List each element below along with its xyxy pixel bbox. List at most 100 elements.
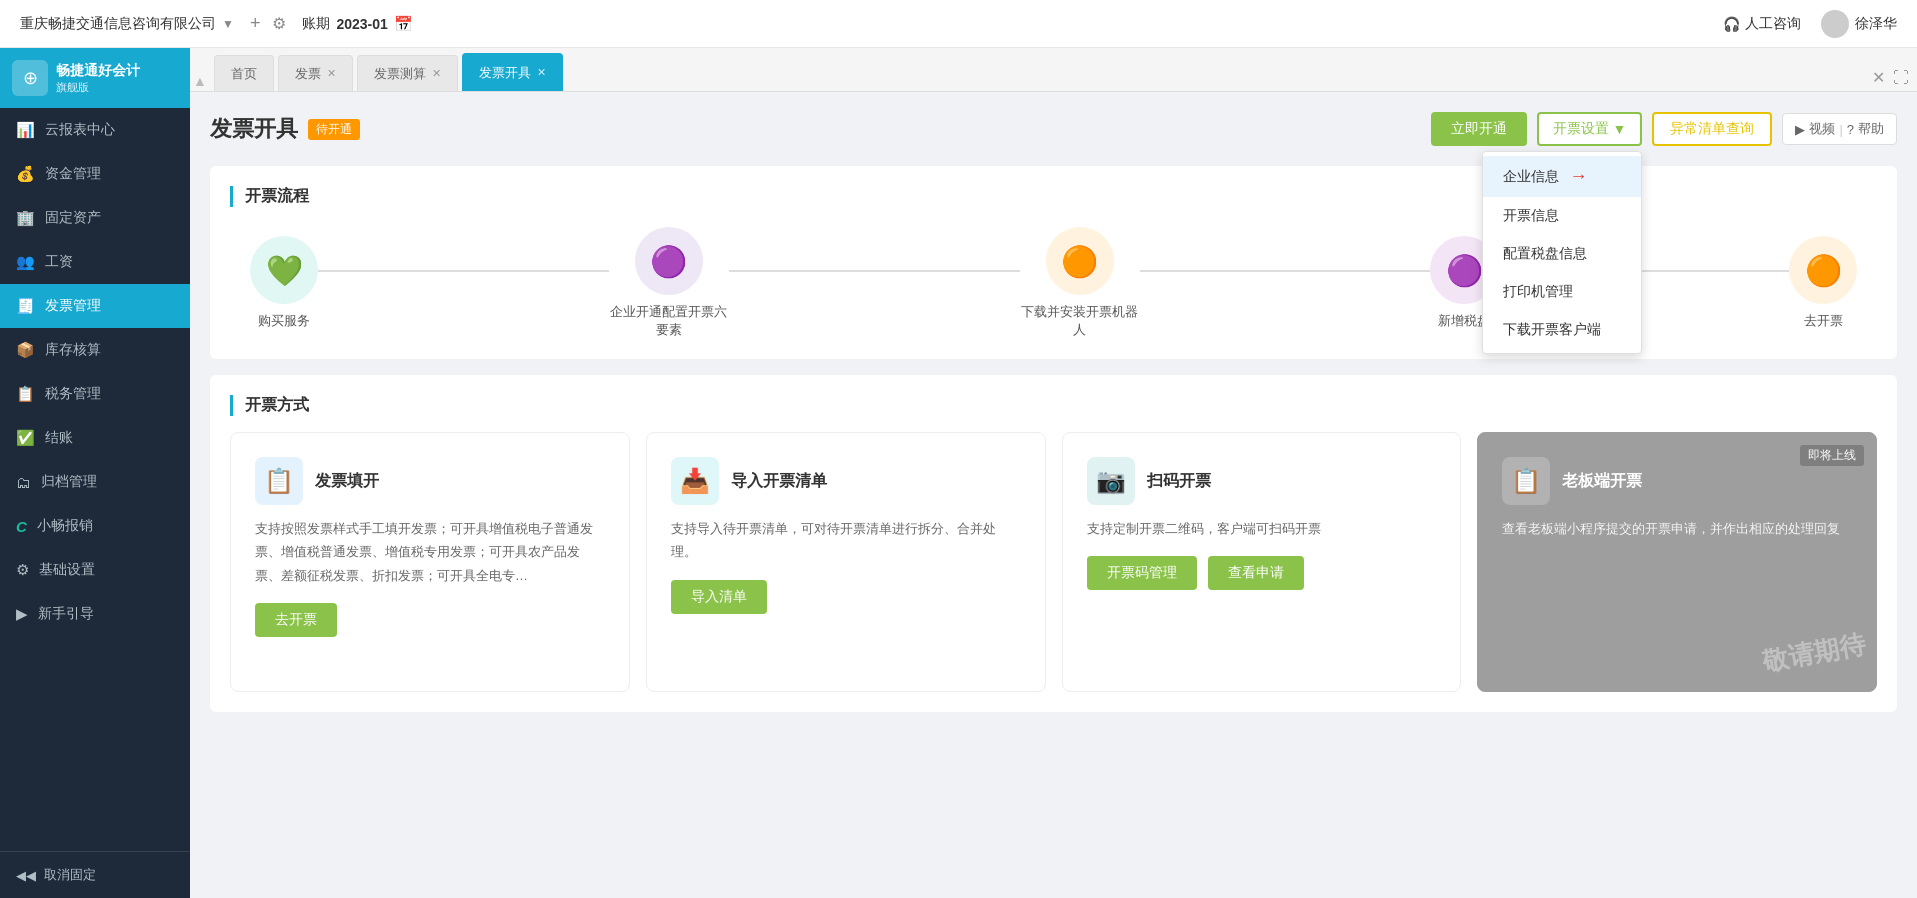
tab-window-expand[interactable]: ⛶ [1893,69,1909,87]
flow-step-download: 🟠 下载并安装开票机器人 [1020,227,1140,339]
headset-icon: 🎧 [1723,16,1740,32]
sidebar-item-gudingzichan[interactable]: 🏢 固定资产 [0,196,190,240]
page-title: 发票开具 [210,114,298,144]
settings-dropdown-menu: 企业信息 → 开票信息 配置税盘信息 打印机管理 [1482,151,1642,354]
jichushezhi-icon: ⚙ [16,561,29,579]
import-method-icon: 📥 [671,457,719,505]
fill-method-title: 发票填开 [315,471,379,492]
shuiwu-icon: 📋 [16,385,35,403]
connector-1 [318,270,609,272]
configure-step-icon: 🟣 [635,227,703,295]
method-card-fill: 📋 发票填开 支持按照发票样式手工填开发票；可开具增值税电子普通发票、增值税普通… [230,432,630,692]
sidebar-item-xiaochangbaoxiao[interactable]: C 小畅报销 [0,504,190,548]
buyservice-label: 购买服务 [258,312,310,330]
sidebar-item-gongzi[interactable]: 👥 工资 [0,240,190,284]
dropdown-item-qiyeinfo[interactable]: 企业信息 → [1483,156,1641,197]
tab-home[interactable]: 首页 [214,55,274,91]
settings-icon[interactable]: ⚙ [272,14,286,33]
exception-button[interactable]: 异常清单查询 [1652,112,1772,146]
pin-icon: ◀◀ [16,868,36,883]
gudingzichan-icon: 🏢 [16,209,35,227]
import-method-desc: 支持导入待开票清单，可对待开票清单进行拆分、合并处理。 [671,517,1021,564]
tab-bar: ▲ 首页 发票 ✕ 发票测算 ✕ 发票开具 ✕ ✕ ⛶ [190,48,1917,92]
dropdown-item-taxdisk[interactable]: 配置税盘信息 [1483,235,1641,273]
method-card-scan: 📷 扫码开票 支持定制开票二维码，客户端可扫码开票 开票码管理 查看申请 [1062,432,1462,692]
tab-fapiaocesuan-close[interactable]: ✕ [432,67,441,80]
company-selector[interactable]: 重庆畅捷交通信息咨询有限公司 ▼ [20,15,234,33]
activate-button[interactable]: 立即开通 [1431,112,1527,146]
app-subtitle: 旗舰版 [56,80,140,95]
zijin-icon: 💰 [16,165,35,183]
calendar-icon[interactable]: 📅 [394,15,413,33]
gongzi-icon: 👥 [16,253,35,271]
xinshouyindao-icon: ▶ [16,605,28,623]
scan-method-title: 扫码开票 [1147,471,1211,492]
video-button[interactable]: ▶ 视频 | ? 帮助 [1782,113,1897,145]
logo-area: ⊕ 畅捷通好会计 旗舰版 [0,48,190,108]
tab-fapiaocesuan[interactable]: 发票测算 ✕ [357,55,458,91]
tab-fapiaokaiju-close[interactable]: ✕ [537,66,546,79]
tab-fapiao[interactable]: 发票 ✕ [278,55,353,91]
settings-button[interactable]: 开票设置 ▼ [1537,112,1643,146]
laoban-overlay-text: 敬请期待 [1760,627,1868,680]
sidebar-item-guidang[interactable]: 🗂 归档管理 [0,460,190,504]
cancel-pin-button[interactable]: ◀◀ 取消固定 [0,856,190,894]
app-name: 畅捷通好会计 [56,62,140,80]
scan-qrcode-button[interactable]: 开票码管理 [1087,556,1197,590]
sidebar-item-jichushezhi[interactable]: ⚙ 基础设置 [0,548,190,592]
logo-icon: ⊕ [12,60,48,96]
fill-goto-button[interactable]: 去开票 [255,603,337,637]
settings-chevron-icon: ▼ [1613,121,1627,137]
user-avatar [1821,10,1849,38]
dropdown-item-printer[interactable]: 打印机管理 [1483,273,1641,311]
configure-label: 企业开通配置开票六要素 [609,303,729,339]
tab-fapiaokaiju[interactable]: 发票开具 ✕ [462,53,563,91]
tab-fapiao-close[interactable]: ✕ [327,67,336,80]
sidebar-item-fapiao[interactable]: 🧾 发票管理 [0,284,190,328]
settings-dropdown-wrapper: 开票设置 ▼ 企业信息 → 开票信息 [1537,112,1643,146]
account-period: 账期 2023-01 📅 [302,15,412,33]
help-icon: ? [1847,122,1854,137]
fill-method-desc: 支持按照发票样式手工填开发票；可开具增值税电子普通发票、增值税普通发票、增值税专… [255,517,605,587]
kucun-icon: 📦 [16,341,35,359]
support-button[interactable]: 🎧 人工咨询 [1723,15,1801,33]
sidebar-item-xinshouyindao[interactable]: ▶ 新手引导 [0,592,190,636]
guidang-icon: 🗂 [16,474,31,491]
tab-window-close[interactable]: ✕ [1872,68,1885,87]
flow-section: 开票流程 💚 购买服务 🟣 企业开通配置开票六要素 [210,166,1897,359]
download-label: 下载并安装开票机器人 [1020,303,1140,339]
sidebar-item-yunbao[interactable]: 📊 云报表中心 [0,108,190,152]
import-list-button[interactable]: 导入清单 [671,580,767,614]
laoban-pending-badge: 即将上线 [1800,445,1864,466]
fill-method-icon: 📋 [255,457,303,505]
sidebar-item-jiezhang[interactable]: ✅ 结账 [0,416,190,460]
method-card-laoban: 即将上线 📋 老板端开票 查看老板端小程序提交的开票申请，并作出相应的处理回复 … [1477,432,1877,692]
dropdown-item-downloadclient[interactable]: 下载开票客户端 [1483,311,1641,349]
laoban-method-desc: 查看老板端小程序提交的开票申请，并作出相应的处理回复 [1502,517,1852,540]
add-company-button[interactable]: + [250,13,261,34]
connector-2 [729,270,1020,272]
page-title-area: 发票开具 待开通 [210,114,360,144]
page-header: 发票开具 待开通 立即开通 开票设置 ▼ 企业信息 [210,112,1897,146]
dropdown-item-kaipiaosetting[interactable]: 开票信息 [1483,197,1641,235]
import-card-header: 📥 导入开票清单 [671,457,1021,505]
jiezhang-icon: ✅ [16,429,35,447]
scan-method-icon: 📷 [1087,457,1135,505]
header-actions: 立即开通 开票设置 ▼ 企业信息 → [1431,112,1897,146]
fill-card-header: 📋 发票填开 [255,457,605,505]
sidebar-item-kucun[interactable]: 📦 库存核算 [0,328,190,372]
xiaochangbaoxiao-icon: C [16,518,27,535]
page-content: 发票开具 待开通 立即开通 开票设置 ▼ 企业信息 [190,92,1917,898]
user-info[interactable]: 徐泽华 [1821,10,1897,38]
yunbao-icon: 📊 [16,121,35,139]
sidebar-item-zijin[interactable]: 💰 资金管理 [0,152,190,196]
red-arrow-icon: → [1569,166,1587,187]
company-name: 重庆畅捷交通信息咨询有限公司 [20,15,216,33]
scroll-left[interactable]: ▲ [190,73,210,89]
scan-apply-button[interactable]: 查看申请 [1208,556,1304,590]
sidebar-bottom: ◀◀ 取消固定 [0,851,190,898]
download-step-icon: 🟠 [1046,227,1114,295]
laoban-method-title: 老板端开票 [1562,471,1642,492]
sidebar-item-shuiwu[interactable]: 📋 税务管理 [0,372,190,416]
content-area: ▲ 首页 发票 ✕ 发票测算 ✕ 发票开具 ✕ ✕ ⛶ [190,48,1917,898]
